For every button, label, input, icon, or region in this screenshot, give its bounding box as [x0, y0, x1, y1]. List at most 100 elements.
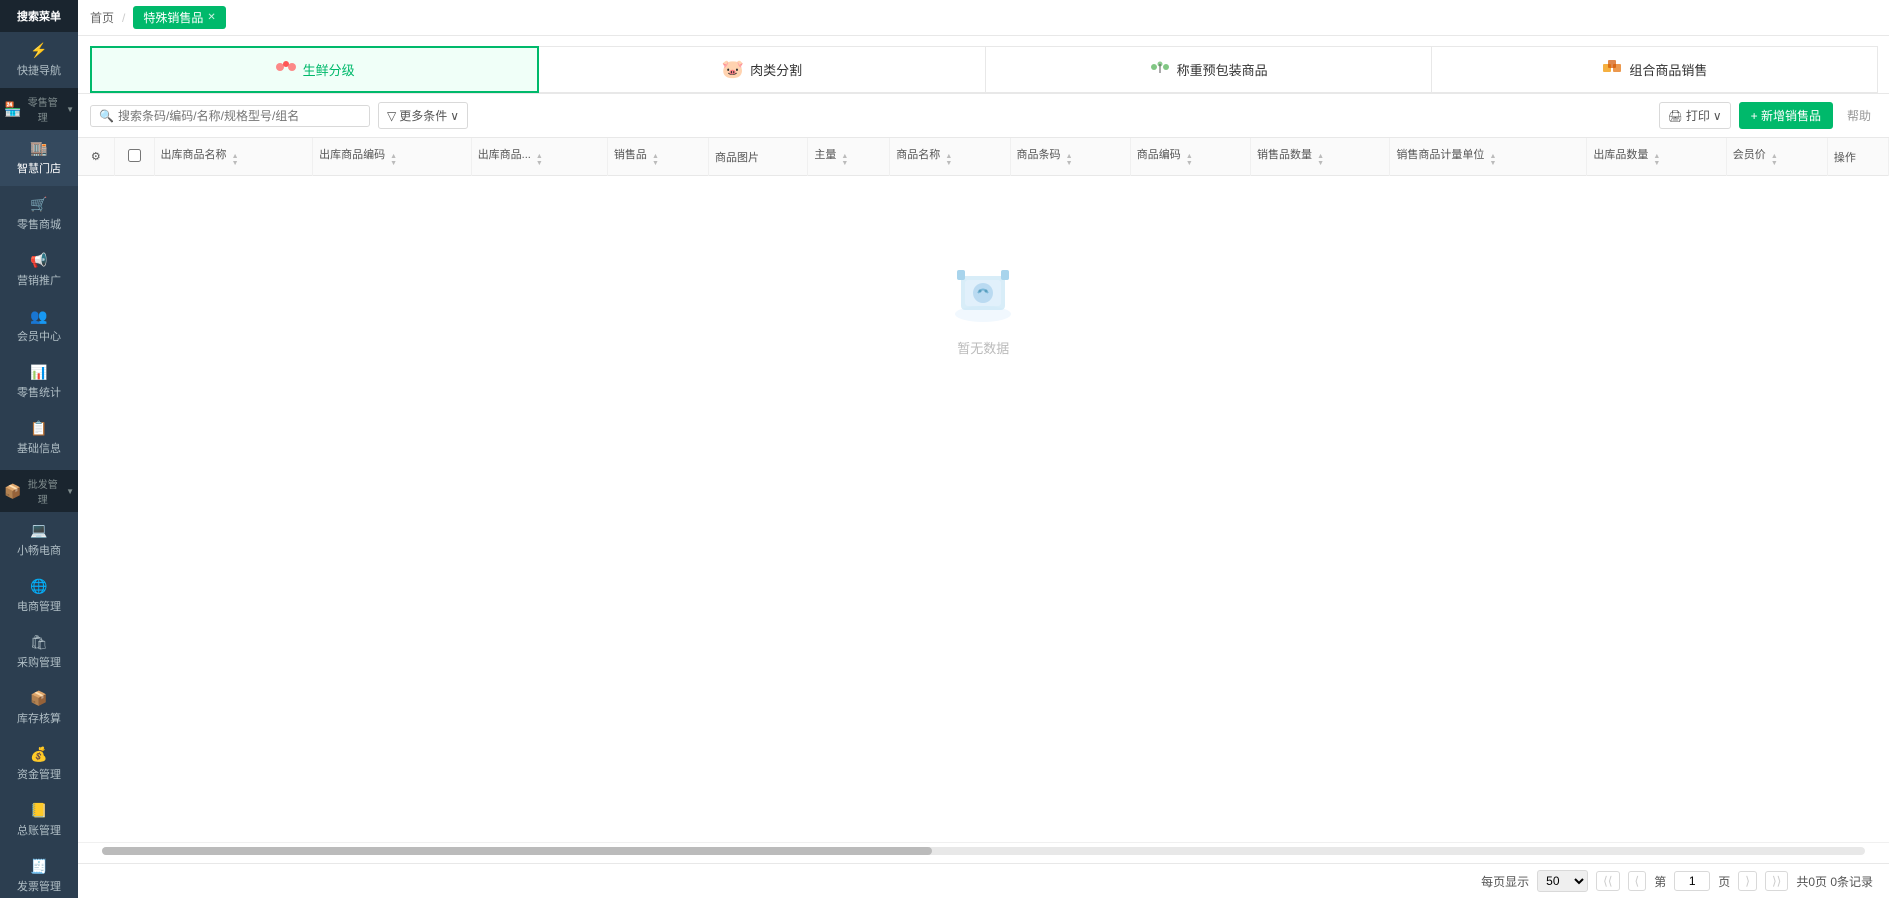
sort-out-qty[interactable]: ▲▼	[1653, 153, 1660, 167]
active-tab-label: 特殊销售品	[143, 9, 203, 26]
sort-out-code[interactable]: ▲▼	[390, 153, 397, 167]
sidebar-item-general-ledger[interactable]: 📒 总账管理	[0, 792, 78, 848]
sidebar-item-ecomm-mgmt[interactable]: 🌐 电商管理	[0, 568, 78, 624]
breadcrumb-home[interactable]: 首页	[90, 9, 114, 26]
th-member-price: 会员价 ▲▼	[1726, 138, 1827, 176]
sort-out-name[interactable]: ▲▼	[232, 153, 239, 167]
help-button[interactable]: 帮助	[1841, 103, 1877, 128]
th-sale-item: 销售品 ▲▼	[607, 138, 708, 176]
combo-sales-icon	[1601, 58, 1623, 81]
sort-sale-item[interactable]: ▲▼	[652, 153, 659, 167]
sort-product-code[interactable]: ▲▼	[1186, 153, 1193, 167]
search-icon: 🔍	[99, 109, 114, 123]
quick-nav-icon: ⚡	[30, 42, 47, 59]
scrollbar-thumb[interactable]	[102, 847, 932, 855]
pagination-bar: 每页显示 50 10 20 100 ⟨⟨ ⟨ 第 1 页 ⟩ ⟩⟩ 共0页 0条…	[78, 863, 1889, 898]
prev-page-button[interactable]: ⟨	[1628, 871, 1647, 891]
fresh-grading-icon	[275, 58, 297, 81]
sidebar-item-quick-nav[interactable]: ⚡ 快捷导航	[0, 32, 78, 88]
add-sale-product-button[interactable]: + 新增销售品	[1739, 102, 1833, 129]
filter-button[interactable]: ▽ 更多条件 ∨	[378, 102, 468, 129]
total-label: 共0页 0条记录	[1796, 873, 1873, 890]
invoice-mgmt-icon: 🧾	[30, 858, 47, 875]
th-operation: 操作	[1827, 138, 1888, 176]
page-label-before: 第	[1654, 873, 1666, 890]
wholesale-mgmt-icon: 📦	[4, 483, 21, 500]
tab-meat-cutting[interactable]: 🐷 肉类分割	[538, 46, 985, 93]
sidebar-item-invoice-mgmt[interactable]: 🧾 发票管理	[0, 848, 78, 898]
sidebar-item-retail-mgmt[interactable]: 🏪 零售管理	[0, 88, 78, 130]
sort-member-price[interactable]: ▲▼	[1771, 153, 1778, 167]
sort-weight[interactable]: ▲▼	[841, 153, 848, 167]
scrollbar-area	[78, 842, 1889, 863]
toolbar-right: 🖨 打印 ∨ + 新增销售品 帮助	[1659, 102, 1877, 129]
sidebar-item-smart-store[interactable]: 🏬 智慧门店	[0, 130, 78, 186]
tab-weight-packaging[interactable]: 称重预包装商品	[985, 46, 1432, 93]
th-setting[interactable]: ⚙	[78, 138, 114, 176]
category-tabs: 生鲜分级 🐷 肉类分割 称重预包装商品	[78, 36, 1889, 94]
members-icon: 👥	[30, 308, 47, 325]
sidebar-item-marketing[interactable]: 📢 营销推广	[0, 242, 78, 298]
basic-info-icon: 📋	[30, 420, 47, 437]
print-button[interactable]: 🖨 打印 ∨	[1659, 102, 1731, 129]
marketing-icon: 📢	[30, 252, 47, 269]
th-checkbox[interactable]	[114, 138, 154, 176]
small-shop-icon: 💻	[30, 522, 47, 539]
sidebar-item-purchase-mgmt[interactable]: 🛍 采购管理	[0, 624, 78, 680]
last-page-button[interactable]: ⟩⟩	[1765, 871, 1788, 891]
table-body: 暂无数据	[78, 176, 1889, 438]
sidebar-item-retail-mall[interactable]: 🛒 零售商城	[0, 186, 78, 242]
th-out-name: 出库商品名称 ▲▼	[154, 138, 313, 176]
sort-out-spec[interactable]: ▲▼	[536, 153, 543, 167]
top-bar: 首页 / 特殊销售品 ✕	[78, 0, 1889, 36]
scrollbar-track[interactable]	[102, 847, 1865, 855]
tab-fresh-grading[interactable]: 生鲜分级	[90, 46, 539, 93]
sidebar-item-wholesale-mgmt[interactable]: 📦 批发管理	[0, 470, 78, 512]
sort-sale-qty[interactable]: ▲▼	[1317, 153, 1324, 167]
sort-barcode[interactable]: ▲▼	[1066, 153, 1073, 167]
finance-icon: 💰	[30, 746, 47, 763]
sort-product-name[interactable]: ▲▼	[945, 153, 952, 167]
print-icon: 🖨	[1668, 109, 1683, 123]
empty-text: 暂无数据	[957, 338, 1009, 357]
sidebar-item-retail-stats[interactable]: 📊 零售统计	[0, 354, 78, 410]
per-page-select[interactable]: 50 10 20 100	[1537, 870, 1588, 892]
meat-cutting-icon: 🐷	[722, 59, 744, 80]
main-content: 首页 / 特殊销售品 ✕ 生鲜分级 🐷 肉类分割	[78, 0, 1889, 898]
search-input-wrap[interactable]: 🔍	[90, 105, 370, 127]
sort-sale-unit[interactable]: ▲▼	[1489, 153, 1496, 167]
retail-stats-icon: 📊	[30, 364, 47, 381]
tab-combo-sales[interactable]: 组合商品销售	[1431, 46, 1878, 93]
empty-icon	[943, 256, 1023, 326]
weight-packaging-icon	[1149, 58, 1171, 81]
filter-label: 更多条件	[399, 107, 447, 124]
toolbar: 🔍 ▽ 更多条件 ∨ 🖨 打印 ∨ + 新增销售品 帮助	[78, 94, 1889, 138]
purchase-mgmt-icon: 🛍	[30, 634, 48, 651]
first-page-button[interactable]: ⟨⟨	[1596, 871, 1619, 891]
page-input[interactable]: 1	[1674, 871, 1710, 891]
th-out-spec: 出库商品... ▲▼	[471, 138, 607, 176]
settings-gear-icon: ⚙	[91, 151, 101, 163]
sidebar: 搜索菜单 ⚡ 快捷导航 🏪 零售管理 🏬 智慧门店 🛒 零售商城 📢 营销推广 …	[0, 0, 78, 898]
sidebar-item-members[interactable]: 👥 会员中心	[0, 298, 78, 354]
smart-store-icon: 🏬	[30, 140, 47, 157]
sidebar-item-finance[interactable]: 💰 资金管理	[0, 736, 78, 792]
next-page-button[interactable]: ⟩	[1738, 871, 1757, 891]
sidebar-logo[interactable]: 搜索菜单	[0, 0, 78, 32]
page-label-after: 页	[1718, 873, 1730, 890]
tab-fresh-grading-label: 生鲜分级	[303, 60, 355, 79]
sidebar-item-basic-info[interactable]: 📋 基础信息	[0, 410, 78, 466]
th-weight: 主量 ▲▼	[808, 138, 890, 176]
search-input[interactable]	[118, 109, 358, 123]
print-arrow-icon: ∨	[1713, 109, 1722, 123]
table-header: ⚙ 出库商品名称 ▲▼ 出库商品编码 ▲▼	[78, 138, 1889, 176]
tab-close-button[interactable]: ✕	[207, 12, 215, 23]
breadcrumb-divider: /	[122, 11, 125, 25]
filter-icon: ▽	[387, 109, 396, 123]
tab-weight-packaging-label: 称重预包装商品	[1177, 60, 1268, 79]
sidebar-item-inventory[interactable]: 📦 库存核算	[0, 680, 78, 736]
sidebar-item-small-shop[interactable]: 💻 小畅电商	[0, 512, 78, 568]
select-all-checkbox[interactable]	[128, 149, 141, 162]
ecomm-mgmt-icon: 🌐	[30, 578, 47, 595]
th-sale-qty: 销售品数量 ▲▼	[1251, 138, 1390, 176]
